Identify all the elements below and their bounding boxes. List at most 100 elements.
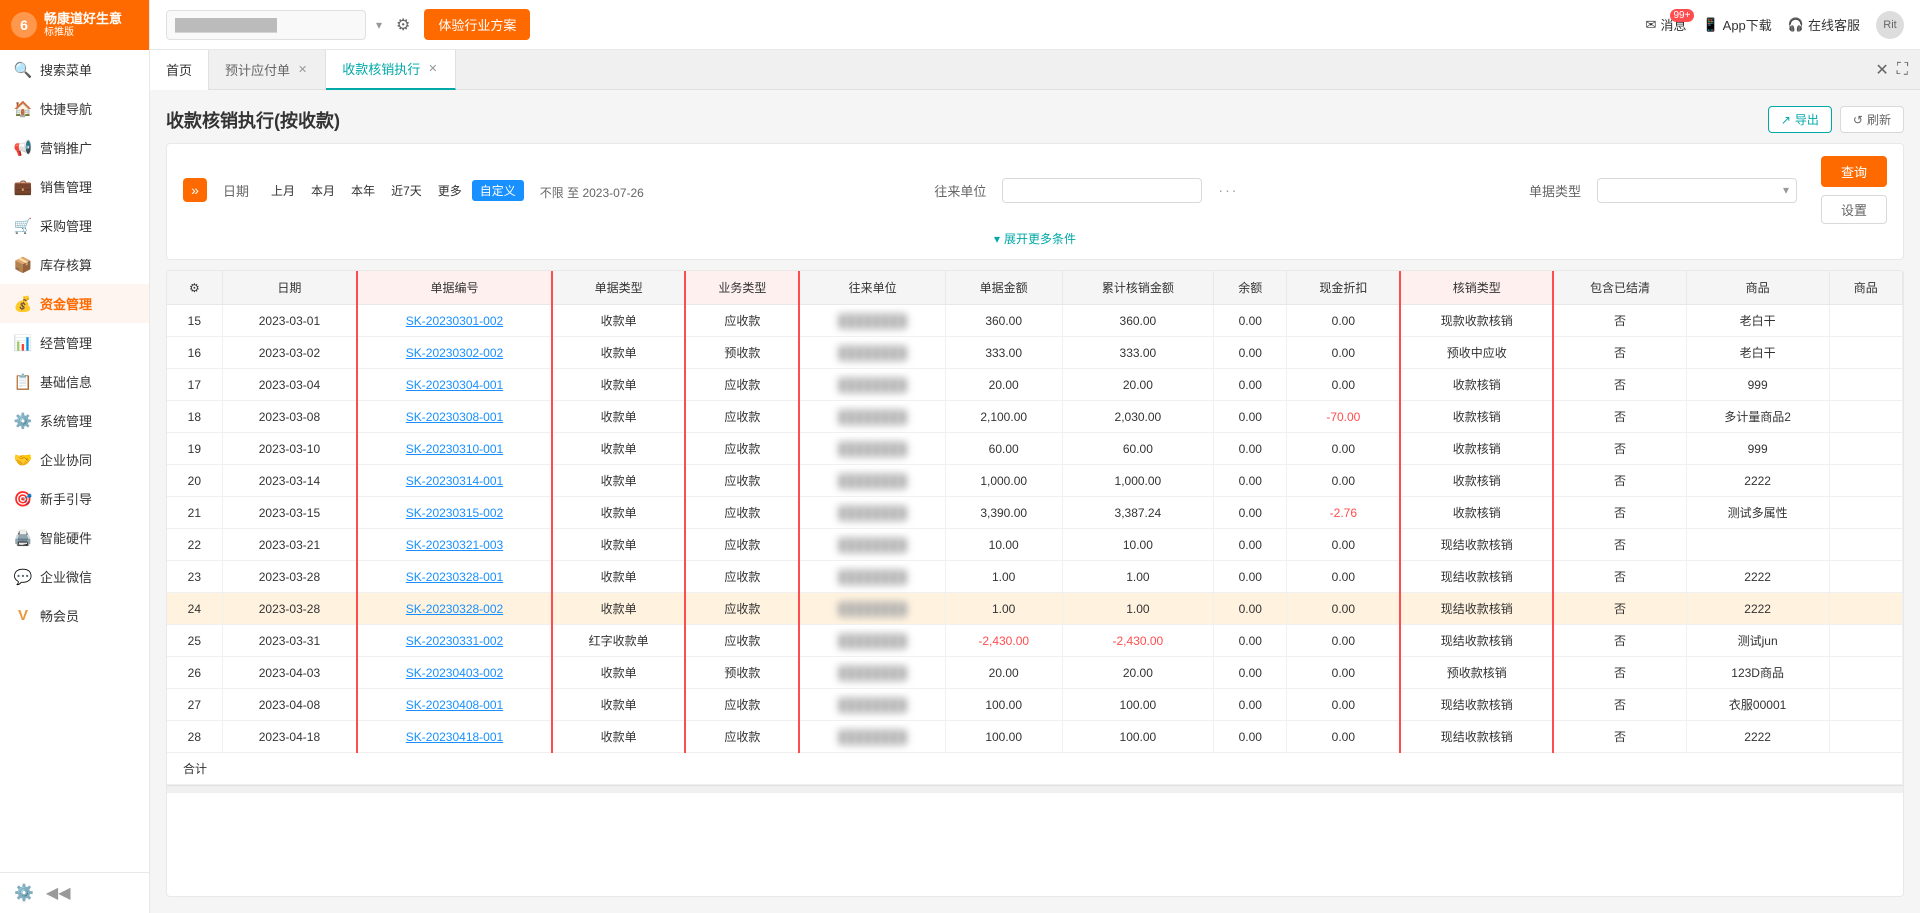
sidebar-item-quicknav[interactable]: 🏠 快捷导航 bbox=[0, 89, 149, 128]
cell-product2 bbox=[1829, 433, 1902, 465]
cell-discount: 0.00 bbox=[1287, 465, 1400, 497]
th-discount: 现金折扣 bbox=[1287, 271, 1400, 305]
cell-sk-no[interactable]: SK-20230328-002 bbox=[357, 593, 552, 625]
basic-icon: 📋 bbox=[14, 373, 32, 391]
tab-expand-button[interactable]: ⛶ bbox=[1897, 61, 1908, 79]
tab-home[interactable]: 首页 bbox=[150, 50, 209, 90]
cell-cum-amount: 1.00 bbox=[1062, 561, 1214, 593]
date-btn-7days[interactable]: 近7天 bbox=[385, 180, 428, 201]
cell-partner: ████████ bbox=[799, 689, 945, 721]
cell-sk-no[interactable]: SK-20230403-002 bbox=[357, 657, 552, 689]
cell-sk-no[interactable]: SK-20230304-001 bbox=[357, 369, 552, 401]
logo-name: 畅康道好生意 bbox=[44, 11, 122, 27]
sidebar-item-sales[interactable]: 💼 销售管理 bbox=[0, 167, 149, 206]
cell-write-off-type: 收款核销 bbox=[1400, 433, 1553, 465]
cell-partner: ████████ bbox=[799, 433, 945, 465]
refresh-button[interactable]: ↺ 刷新 bbox=[1840, 106, 1904, 133]
sidebar-item-business[interactable]: 📊 经营管理 bbox=[0, 323, 149, 362]
service-button[interactable]: 🎧 在线客服 bbox=[1788, 15, 1860, 34]
sidebar-item-search[interactable]: 🔍 搜索菜单 bbox=[0, 50, 149, 89]
cell-cum-amount: 1.00 bbox=[1062, 593, 1214, 625]
avatar[interactable]: Rit bbox=[1876, 11, 1904, 39]
gear-icon[interactable]: ⚙ bbox=[392, 11, 414, 39]
cell-amount: 1,000.00 bbox=[945, 465, 1062, 497]
expand-more-button[interactable]: ▾ 展开更多条件 bbox=[994, 230, 1076, 247]
query-button[interactable]: 查询 bbox=[1821, 156, 1887, 187]
logo-sub: 标推版 bbox=[44, 27, 122, 39]
expand-arrow-icon: » bbox=[191, 182, 199, 198]
cell-date: 2023-03-15 bbox=[222, 497, 357, 529]
sidebar-item-inventory[interactable]: 📦 库存核算 bbox=[0, 245, 149, 284]
receipt-type-filter-input[interactable] bbox=[1597, 178, 1797, 203]
system-icon: ⚙️ bbox=[14, 412, 32, 430]
chevron-down-icon[interactable]: ▾ bbox=[376, 18, 382, 32]
cell-sk-no[interactable]: SK-20230302-002 bbox=[357, 337, 552, 369]
cell-product2 bbox=[1829, 657, 1902, 689]
filter-bar: » 日期 上月 本月 本年 近7天 更多 自定义 不限 至 2023-07-26… bbox=[166, 143, 1904, 260]
tab-collection-close[interactable]: ✕ bbox=[426, 60, 439, 77]
inventory-icon: 📦 bbox=[14, 256, 32, 274]
cell-product2 bbox=[1829, 721, 1902, 753]
tab-prepay-close[interactable]: ✕ bbox=[296, 61, 309, 78]
cell-include-settled: 否 bbox=[1553, 657, 1686, 689]
settings-icon[interactable]: ⚙️ bbox=[14, 883, 34, 903]
message-button[interactable]: ✉ 消息 99+ bbox=[1646, 15, 1687, 34]
sidebar-item-purchase[interactable]: 🛒 采购管理 bbox=[0, 206, 149, 245]
cell-sk-no[interactable]: SK-20230308-001 bbox=[357, 401, 552, 433]
cell-sk-no[interactable]: SK-20230328-001 bbox=[357, 561, 552, 593]
cell-row-num: 21 bbox=[167, 497, 222, 529]
filter-expand-arrow[interactable]: » bbox=[183, 178, 207, 202]
sidebar-item-marketing[interactable]: 📢 营销推广 bbox=[0, 128, 149, 167]
page-title: 收款核销执行(按收款) bbox=[166, 107, 340, 133]
cell-discount: 0.00 bbox=[1287, 721, 1400, 753]
cell-include-settled: 否 bbox=[1553, 305, 1686, 337]
date-btn-this-month[interactable]: 本月 bbox=[305, 180, 341, 201]
cell-sk-no[interactable]: SK-20230315-002 bbox=[357, 497, 552, 529]
cell-sk-no[interactable]: SK-20230321-003 bbox=[357, 529, 552, 561]
cell-write-off-type: 预收中应收 bbox=[1400, 337, 1553, 369]
tab-prepay-label: 预计应付单 bbox=[225, 60, 290, 79]
tab-prepay[interactable]: 预计应付单 ✕ bbox=[209, 50, 326, 90]
sidebar-item-label-vip: 畅会员 bbox=[40, 606, 79, 625]
sidebar-item-vip[interactable]: V 畅会员 bbox=[0, 596, 149, 635]
cell-include-settled: 否 bbox=[1553, 465, 1686, 497]
sidebar-item-label-basic: 基础信息 bbox=[40, 372, 92, 391]
corp-icon: 🤝 bbox=[14, 451, 32, 469]
collapse-icon[interactable]: ◀◀ bbox=[46, 883, 71, 903]
app-download-button[interactable]: 📱 App下载 bbox=[1702, 15, 1771, 34]
sidebar-item-guide[interactable]: 🎯 新手引导 bbox=[0, 479, 149, 518]
sidebar-item-finance[interactable]: 💰 资金管理 bbox=[0, 284, 149, 323]
cell-receipt-type: 收款单 bbox=[552, 401, 686, 433]
mobile-icon: 📱 bbox=[1702, 17, 1718, 33]
cell-amount: 360.00 bbox=[945, 305, 1062, 337]
cell-biz-type: 应收款 bbox=[685, 689, 799, 721]
cell-product1: 老白干 bbox=[1686, 337, 1829, 369]
cell-sk-no[interactable]: SK-20230314-001 bbox=[357, 465, 552, 497]
cell-sk-no[interactable]: SK-20230408-001 bbox=[357, 689, 552, 721]
date-btn-more[interactable]: 更多 bbox=[432, 180, 468, 201]
sidebar-item-hardware[interactable]: 🖨️ 智能硬件 bbox=[0, 518, 149, 557]
cell-sk-no[interactable]: SK-20230418-001 bbox=[357, 721, 552, 753]
sidebar-item-basic[interactable]: 📋 基础信息 bbox=[0, 362, 149, 401]
sidebar-item-corp[interactable]: 🤝 企业协同 bbox=[0, 440, 149, 479]
sidebar-item-system[interactable]: ⚙️ 系统管理 bbox=[0, 401, 149, 440]
cell-product1: 999 bbox=[1686, 433, 1829, 465]
cell-product1 bbox=[1686, 529, 1829, 561]
sales-icon: 💼 bbox=[14, 178, 32, 196]
horizontal-scrollbar[interactable] bbox=[167, 785, 1903, 793]
solution-button[interactable]: 体验行业方案 bbox=[424, 9, 530, 40]
date-btn-last-month[interactable]: 上月 bbox=[265, 180, 301, 201]
cell-sk-no[interactable]: SK-20230310-001 bbox=[357, 433, 552, 465]
export-button[interactable]: ↗ 导出 bbox=[1768, 106, 1832, 133]
sidebar-item-wechat[interactable]: 💬 企业微信 bbox=[0, 557, 149, 596]
setting-button[interactable]: 设置 bbox=[1821, 195, 1887, 224]
partner-filter-input[interactable] bbox=[1002, 178, 1202, 203]
cell-row-num: 25 bbox=[167, 625, 222, 657]
table-footer: 合计 bbox=[167, 753, 1903, 785]
tab-collection[interactable]: 收款核销执行 ✕ bbox=[326, 50, 456, 90]
tab-close-all-button[interactable]: ✕ bbox=[1875, 60, 1888, 80]
date-btn-this-year[interactable]: 本年 bbox=[345, 180, 381, 201]
cell-sk-no[interactable]: SK-20230301-002 bbox=[357, 305, 552, 337]
date-btn-custom[interactable]: 自定义 bbox=[472, 180, 524, 201]
cell-sk-no[interactable]: SK-20230331-002 bbox=[357, 625, 552, 657]
